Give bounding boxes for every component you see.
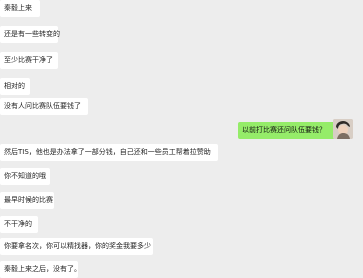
message-row: 你不知道的哦 (0, 168, 50, 185)
message-bubble: 相对的 (0, 78, 30, 95)
message-row: 最早时候的比赛 (0, 192, 54, 209)
message-bubble-mine: 以前打比赛还问队伍要钱？ (238, 122, 335, 139)
message-row: 秦毅上来之后，没有了。 (0, 261, 81, 278)
message-row: 至少比赛干净了 (0, 52, 58, 69)
message-bubble: 最早时候的比赛 (0, 192, 54, 209)
message-row: 你要拿名次，你可以精找器，你的奖金我要多少 (0, 238, 153, 255)
message-bubble: 秦毅上来 (0, 0, 40, 17)
message-row: 还是有一些转变的 (0, 26, 60, 43)
message-bubble: 你要拿名次，你可以精找器，你的奖金我要多少 (0, 238, 153, 255)
chat-window: 秦毅上来 还是有一些转变的 至少比赛干净了 相对的 没有人问比赛队伍要钱了 以前… (0, 0, 363, 278)
message-row: 相对的 (0, 78, 30, 95)
avatar-icon (333, 119, 353, 139)
avatar[interactable] (333, 119, 353, 139)
message-bubble: 还是有一些转变的 (0, 26, 60, 43)
message-bubble: 你不知道的哦 (0, 168, 50, 185)
message-bubble: 秦毅上来之后，没有了。 (0, 261, 81, 278)
message-bubble: 至少比赛干净了 (0, 52, 58, 69)
message-bubble: 然后TIS，他也是办法拿了一部分钱，自己还和一些员工帮着拉赞助 (0, 144, 218, 161)
message-row: 不干净的 (0, 216, 38, 233)
message-row-mine: 以前打比赛还问队伍要钱？ (238, 122, 339, 139)
message-row: 秦毅上来 (0, 0, 40, 17)
message-row: 然后TIS，他也是办法拿了一部分钱，自己还和一些员工帮着拉赞助 (0, 144, 218, 161)
message-bubble: 不干净的 (0, 216, 38, 233)
message-row: 没有人问比赛队伍要钱了 (0, 98, 88, 115)
message-bubble: 没有人问比赛队伍要钱了 (0, 98, 88, 115)
